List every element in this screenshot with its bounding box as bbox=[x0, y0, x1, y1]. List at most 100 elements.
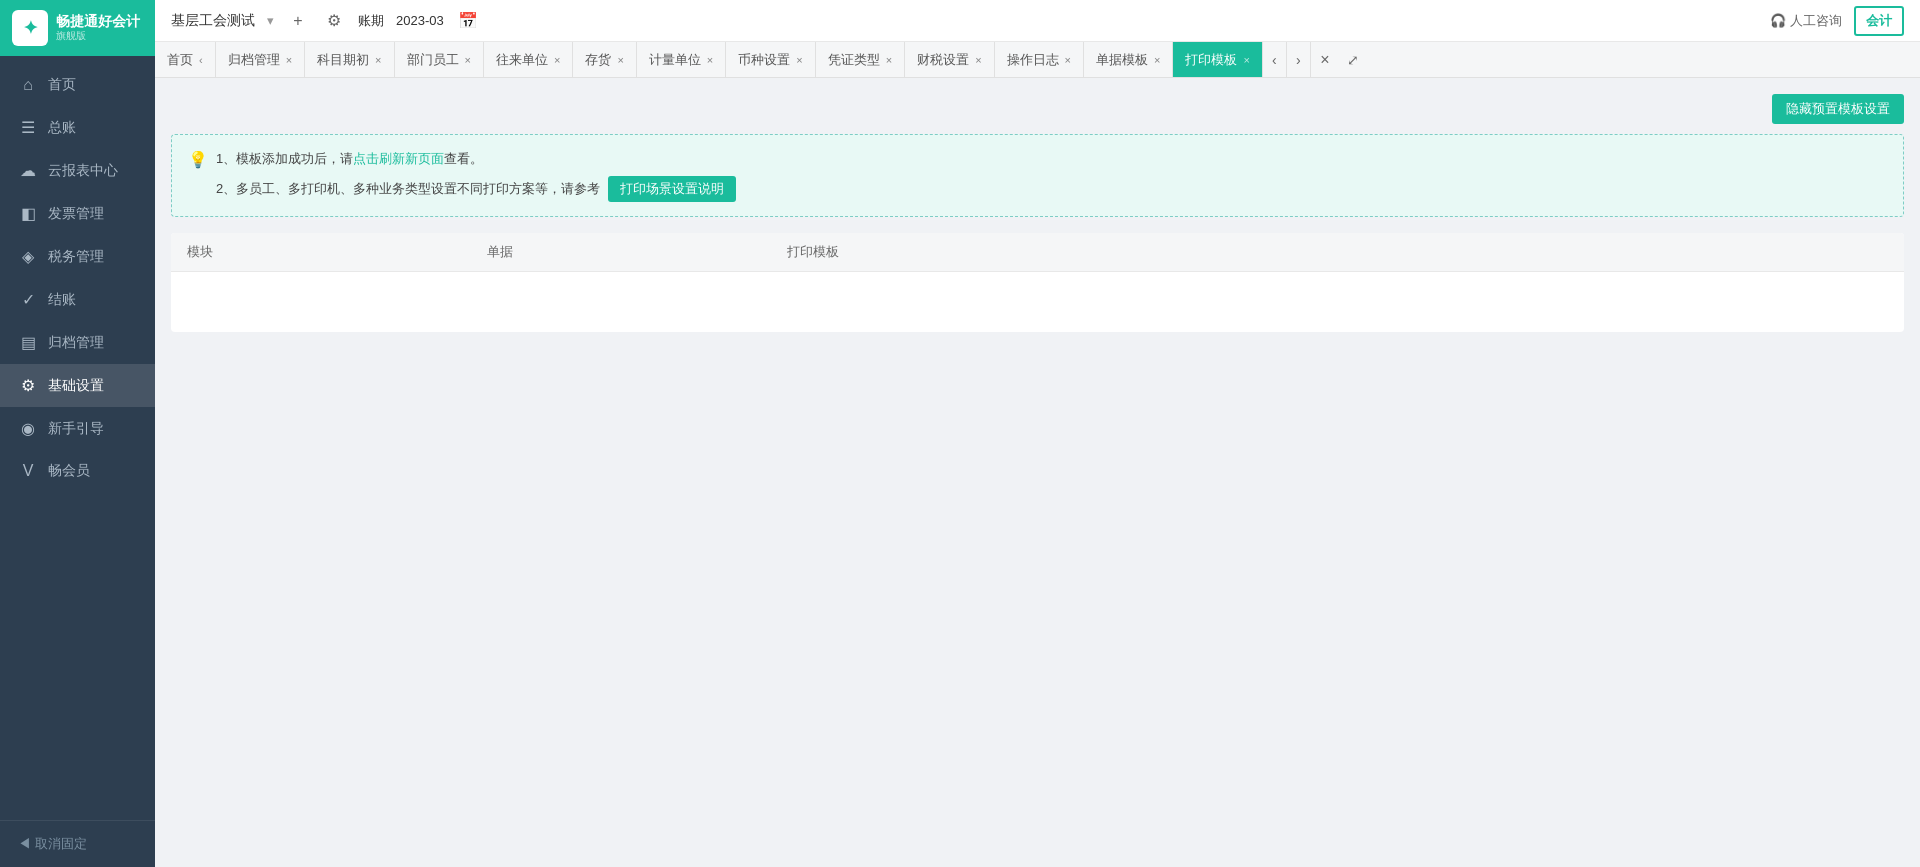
col-receipt: 单据 bbox=[471, 233, 771, 271]
sidebar-label-ledger: 总账 bbox=[48, 119, 76, 137]
sidebar-item-tax[interactable]: ◈ 税务管理 bbox=[0, 235, 155, 278]
main-area: 基层工会测试 ▾ + ⚙ 账期 2023-03 📅 🎧 人工咨询 会计 首页 ‹… bbox=[155, 0, 1920, 867]
sidebar-label-member: 畅会员 bbox=[48, 462, 90, 480]
calendar-icon[interactable]: 📅 bbox=[456, 9, 480, 33]
sidebar-label-archive: 归档管理 bbox=[48, 334, 104, 352]
tab-supplier-close[interactable]: × bbox=[554, 54, 560, 66]
sidebar-item-member[interactable]: V 畅会员 bbox=[0, 450, 155, 492]
close-all-tabs-button[interactable]: × bbox=[1311, 42, 1339, 78]
tabbar: 首页 ‹ 归档管理 × 科目期初 × 部门员工 × 往来单位 × 存货 × 计量… bbox=[155, 42, 1920, 78]
action-bar: 隐藏预置模板设置 bbox=[171, 94, 1904, 124]
tab-archive-close[interactable]: × bbox=[286, 54, 292, 66]
table-header: 模块 单据 打印模板 bbox=[171, 233, 1904, 272]
tab-supplier[interactable]: 往来单位 × bbox=[484, 42, 573, 77]
tab-currency-label: 币种设置 bbox=[738, 51, 790, 69]
info-row-1: 💡 1、模板添加成功后，请点击刷新新页面查看。 bbox=[188, 149, 1887, 170]
sidebar-item-checkout[interactable]: ✓ 结账 bbox=[0, 278, 155, 321]
service-label: 人工咨询 bbox=[1790, 12, 1842, 30]
tab-voucher-label: 凭证类型 bbox=[828, 51, 880, 69]
tab-receipt[interactable]: 单据模板 × bbox=[1084, 42, 1173, 77]
tab-home-nav-icon: ‹ bbox=[199, 54, 203, 66]
sidebar-item-invoice[interactable]: ◧ 发票管理 bbox=[0, 192, 155, 235]
tab-taxsetting-close[interactable]: × bbox=[975, 54, 981, 66]
sidebar-item-reports[interactable]: ☁ 云报表中心 bbox=[0, 149, 155, 192]
info-text-2: 2、多员工、多打印机、多种业务类型设置不同打印方案等，请参考 打印场景设置说明 bbox=[216, 176, 736, 202]
company-name: 基层工会测试 bbox=[171, 12, 255, 30]
sidebar-label-checkout: 结账 bbox=[48, 291, 76, 309]
tab-print[interactable]: 打印模板 × bbox=[1173, 42, 1262, 77]
data-table: 模块 单据 打印模板 bbox=[171, 233, 1904, 332]
tab-next-button[interactable]: › bbox=[1287, 42, 1311, 78]
tab-dept-close[interactable]: × bbox=[465, 54, 471, 66]
service-button[interactable]: 🎧 人工咨询 bbox=[1770, 12, 1842, 30]
tab-subject-close[interactable]: × bbox=[375, 54, 381, 66]
topbar-right: 🎧 人工咨询 会计 bbox=[1770, 6, 1904, 36]
tab-inventory-close[interactable]: × bbox=[617, 54, 623, 66]
tab-voucher[interactable]: 凭证类型 × bbox=[816, 42, 905, 77]
tab-currency[interactable]: 币种设置 × bbox=[726, 42, 815, 77]
info-text-1: 1、模板添加成功后，请点击刷新新页面查看。 bbox=[216, 149, 483, 170]
add-tab-button[interactable]: + bbox=[286, 9, 310, 33]
col-print-template: 打印模板 bbox=[771, 233, 1904, 271]
tab-print-label: 打印模板 bbox=[1185, 51, 1237, 69]
col-module: 模块 bbox=[171, 233, 471, 271]
tab-voucher-close[interactable]: × bbox=[886, 54, 892, 66]
explain-button[interactable]: 打印场景设置说明 bbox=[608, 176, 736, 202]
info-box: 💡 1、模板添加成功后，请点击刷新新页面查看。 💡 2、多员工、多打印机、多种业… bbox=[171, 134, 1904, 217]
content-area: 隐藏预置模板设置 💡 1、模板添加成功后，请点击刷新新页面查看。 💡 2、多员工… bbox=[155, 78, 1920, 867]
tab-unit[interactable]: 计量单位 × bbox=[637, 42, 726, 77]
tab-prev-button[interactable]: ‹ bbox=[1263, 42, 1287, 78]
info-row-2: 💡 2、多员工、多打印机、多种业务类型设置不同打印方案等，请参考 打印场景设置说… bbox=[188, 176, 1887, 202]
headset-icon: 🎧 bbox=[1770, 13, 1786, 28]
accounting-button[interactable]: 会计 bbox=[1854, 6, 1904, 36]
tab-oplog[interactable]: 操作日志 × bbox=[995, 42, 1084, 77]
table-body bbox=[171, 272, 1904, 332]
logo-icon: ✦ bbox=[12, 10, 48, 46]
period-value: 2023-03 bbox=[396, 13, 444, 28]
tab-dept[interactable]: 部门员工 × bbox=[395, 42, 484, 77]
app-name: 畅捷通好会计 bbox=[56, 13, 140, 30]
tab-print-close[interactable]: × bbox=[1243, 54, 1249, 66]
topbar: 基层工会测试 ▾ + ⚙ 账期 2023-03 📅 🎧 人工咨询 会计 bbox=[155, 0, 1920, 42]
tab-inventory[interactable]: 存货 × bbox=[573, 42, 636, 77]
settings-icon: ⚙ bbox=[18, 376, 38, 395]
expand-button[interactable]: ⤢ bbox=[1339, 42, 1367, 78]
period-label: 账期 bbox=[358, 12, 384, 30]
ledger-icon: ☰ bbox=[18, 118, 38, 137]
tab-home[interactable]: 首页 ‹ bbox=[155, 42, 216, 77]
sidebar-label-home: 首页 bbox=[48, 76, 76, 94]
tab-archive-label: 归档管理 bbox=[228, 51, 280, 69]
sidebar-nav: ⌂ 首页 ☰ 总账 ☁ 云报表中心 ◧ 发票管理 ◈ 税务管理 ✓ 结账 ▤ 归… bbox=[0, 56, 155, 820]
checkout-icon: ✓ bbox=[18, 290, 38, 309]
sidebar-item-ledger[interactable]: ☰ 总账 bbox=[0, 106, 155, 149]
tab-oplog-label: 操作日志 bbox=[1007, 51, 1059, 69]
unpin-button[interactable]: ◀ 取消固定 bbox=[0, 820, 155, 867]
tab-archive[interactable]: 归档管理 × bbox=[216, 42, 305, 77]
hide-template-button[interactable]: 隐藏预置模板设置 bbox=[1772, 94, 1904, 124]
company-dropdown-icon[interactable]: ▾ bbox=[267, 13, 274, 28]
unpin-label: ◀ 取消固定 bbox=[18, 835, 87, 853]
sidebar-item-home[interactable]: ⌂ 首页 bbox=[0, 64, 155, 106]
app-logo: ✦ 畅捷通好会计 旗舰版 bbox=[0, 0, 155, 56]
tab-receipt-label: 单据模板 bbox=[1096, 51, 1148, 69]
tab-subject-label: 科目期初 bbox=[317, 51, 369, 69]
tab-taxsetting[interactable]: 财税设置 × bbox=[905, 42, 994, 77]
archive-icon: ▤ bbox=[18, 333, 38, 352]
sidebar-label-reports: 云报表中心 bbox=[48, 162, 118, 180]
sidebar: ✦ 畅捷通好会计 旗舰版 ⌂ 首页 ☰ 总账 ☁ 云报表中心 ◧ 发票管理 ◈ … bbox=[0, 0, 155, 867]
tab-oplog-close[interactable]: × bbox=[1065, 54, 1071, 66]
tab-receipt-close[interactable]: × bbox=[1154, 54, 1160, 66]
tab-subject[interactable]: 科目期初 × bbox=[305, 42, 394, 77]
sidebar-item-settings[interactable]: ⚙ 基础设置 bbox=[0, 364, 155, 407]
accounting-label: 会计 bbox=[1866, 13, 1892, 28]
tab-dept-label: 部门员工 bbox=[407, 51, 459, 69]
settings-gear-icon[interactable]: ⚙ bbox=[322, 9, 346, 33]
tab-currency-close[interactable]: × bbox=[796, 54, 802, 66]
refresh-link[interactable]: 点击刷新新页面 bbox=[353, 151, 444, 166]
cloud-icon: ☁ bbox=[18, 161, 38, 180]
tab-unit-close[interactable]: × bbox=[707, 54, 713, 66]
bulb-icon: 💡 bbox=[188, 150, 208, 169]
sidebar-item-archive[interactable]: ▤ 归档管理 bbox=[0, 321, 155, 364]
invoice-icon: ◧ bbox=[18, 204, 38, 223]
sidebar-item-guide[interactable]: ◉ 新手引导 bbox=[0, 407, 155, 450]
